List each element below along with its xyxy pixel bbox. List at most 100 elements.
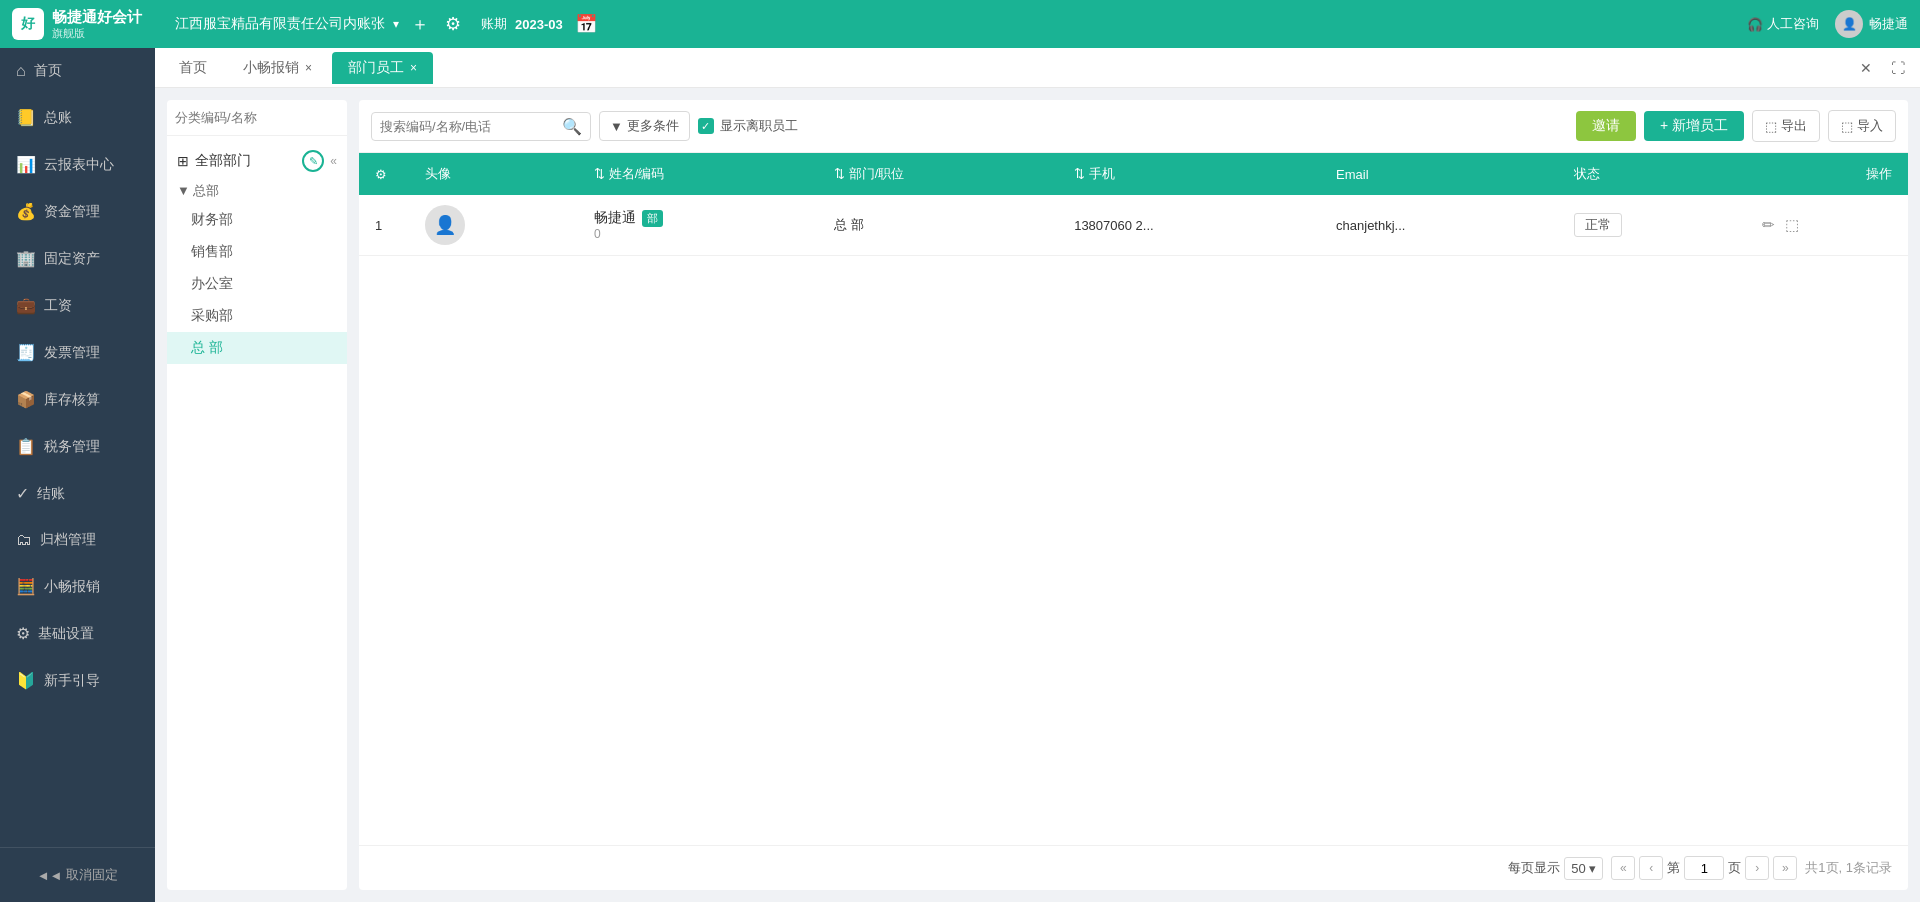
dept-search-input[interactable] xyxy=(175,110,343,125)
tab-dept-close[interactable]: × xyxy=(410,61,417,75)
sidebar-label-ledger: 总账 xyxy=(44,109,72,127)
export-button[interactable]: ⬚ 导出 xyxy=(1752,110,1820,142)
page-content: 🔍 ⊞ 全部部门 ✎ « ▼ 总部 xyxy=(155,88,1920,902)
period-value: 2023-03 xyxy=(515,17,563,32)
sidebar-item-funds[interactable]: 💰 资金管理 xyxy=(0,188,155,235)
col-settings[interactable]: ⚙ xyxy=(359,153,409,195)
per-page-select[interactable]: 50 ▾ xyxy=(1564,857,1603,880)
invite-button[interactable]: 邀请 xyxy=(1576,111,1636,141)
sidebar-label-home: 首页 xyxy=(34,62,62,80)
cell-num: 1 xyxy=(359,195,409,256)
page-last-button[interactable]: » xyxy=(1773,856,1797,880)
sidebar-item-fixed-assets[interactable]: 🏢 固定资产 xyxy=(0,235,155,282)
employee-name-text: 畅捷通 xyxy=(594,209,636,227)
employee-table: ⚙ 头像 ⇅ 姓名/编码 ⇅ 部门/职位 ⇅ 手机 xyxy=(359,153,1908,256)
page-first-button[interactable]: « xyxy=(1611,856,1635,880)
cell-status: 正常 xyxy=(1558,195,1746,256)
sidebar-item-invoice[interactable]: 🧾 发票管理 xyxy=(0,329,155,376)
tab-expense-close[interactable]: × xyxy=(305,61,312,75)
col-avatar: 头像 xyxy=(409,153,578,195)
app-name: 畅捷通好会计 xyxy=(52,8,142,26)
cancel-fixed-button[interactable]: ◄◄ 取消固定 xyxy=(0,858,155,892)
col-actions: 操作 xyxy=(1746,153,1908,195)
search-icon[interactable]: 🔍 xyxy=(562,117,582,136)
filter-button[interactable]: ▼ 更多条件 xyxy=(599,111,690,141)
sidebar-label-archive: 归档管理 xyxy=(40,531,96,549)
support-button[interactable]: 🎧 人工咨询 xyxy=(1747,15,1819,33)
col-name[interactable]: ⇅ 姓名/编码 xyxy=(578,153,818,195)
filter-label: 更多条件 xyxy=(627,117,679,135)
calendar-icon[interactable]: 📅 xyxy=(571,9,601,39)
add-company-button[interactable]: ＋ xyxy=(407,8,433,40)
company-dropdown-button[interactable]: ▾ xyxy=(393,17,399,31)
table-header-row: ⚙ 头像 ⇅ 姓名/编码 ⇅ 部门/职位 ⇅ 手机 xyxy=(359,153,1908,195)
tab-home[interactable]: 首页 xyxy=(163,52,223,84)
user-area[interactable]: 👤 畅捷通 xyxy=(1835,10,1908,38)
dept-node-office[interactable]: 办公室 xyxy=(167,268,347,300)
total-records: 共1页, 1条记录 xyxy=(1805,859,1892,877)
sidebar-item-archive[interactable]: 🗂 归档管理 xyxy=(0,517,155,563)
tab-actions: ✕ ⛶ xyxy=(1852,54,1912,82)
cancel-fixed-label: 取消固定 xyxy=(66,866,118,884)
logo-area: 好 畅捷通好会计 旗舰版 xyxy=(12,8,167,41)
dept-node-sales[interactable]: 销售部 xyxy=(167,236,347,268)
page-next-button[interactable]: › xyxy=(1745,856,1769,880)
expense-icon: 🧮 xyxy=(16,577,36,596)
tab-expense[interactable]: 小畅报销 × xyxy=(227,52,328,84)
col-dept[interactable]: ⇅ 部门/职位 xyxy=(818,153,1058,195)
sidebar-item-reports[interactable]: 📊 云报表中心 xyxy=(0,141,155,188)
logout-employee-button[interactable]: ⬚ xyxy=(1785,216,1799,234)
import-button[interactable]: ⬚ 导入 xyxy=(1828,110,1896,142)
export-icon: ⬚ xyxy=(1765,119,1777,134)
tab-dept-employee[interactable]: 部门员工 × xyxy=(332,52,433,84)
sidebar-label-guide: 新手引导 xyxy=(44,672,100,690)
import-icon: ⬚ xyxy=(1841,119,1853,134)
add-employee-button[interactable]: + 新增员工 xyxy=(1644,111,1744,141)
settings-top-button[interactable]: ⚙ xyxy=(441,9,465,39)
dept-search-area: 🔍 xyxy=(167,100,347,136)
app-logo-icon: 好 xyxy=(12,8,44,40)
page-prev-button[interactable]: ‹ xyxy=(1639,856,1663,880)
tab-close-button[interactable]: ✕ xyxy=(1852,54,1880,82)
tab-home-label: 首页 xyxy=(179,59,207,77)
sidebar-item-expense[interactable]: 🧮 小畅报销 xyxy=(0,563,155,610)
search-input[interactable] xyxy=(380,119,556,134)
tab-expand-button[interactable]: ⛶ xyxy=(1884,54,1912,82)
dept-add-button[interactable]: ✎ xyxy=(302,150,324,172)
sidebar-item-ledger[interactable]: 📒 总账 xyxy=(0,94,155,141)
cell-dept: 总 部 xyxy=(818,195,1058,256)
col-phone[interactable]: ⇅ 手机 xyxy=(1058,153,1320,195)
export-label: 导出 xyxy=(1781,117,1807,135)
edit-employee-button[interactable]: ✏ xyxy=(1762,216,1775,234)
all-dept-label-area[interactable]: ⊞ 全部部门 xyxy=(177,152,251,170)
sidebar-item-guide[interactable]: 🔰 新手引导 xyxy=(0,657,155,704)
sidebar-item-home[interactable]: ⌂ 首页 xyxy=(0,48,155,94)
employee-avatar: 👤 xyxy=(425,205,465,245)
status-badge: 正常 xyxy=(1574,213,1622,237)
dept-parent-general[interactable]: ▼ 总部 xyxy=(167,178,347,204)
cell-email: chanjethkj... xyxy=(1320,195,1558,256)
sidebar-item-settlement[interactable]: ✓ 结账 xyxy=(0,470,155,517)
sidebar-label-settlement: 结账 xyxy=(37,485,65,503)
period-label: 账期 xyxy=(481,15,507,33)
dept-node-finance[interactable]: 财务部 xyxy=(167,204,347,236)
dept-node-hq[interactable]: 总 部 xyxy=(167,332,347,364)
show-resigned-checkbox: ✓ xyxy=(698,118,714,134)
top-center: 江西服宝精品有限责任公司内账张 ▾ ＋ ⚙ 账期 2023-03 📅 xyxy=(167,8,1747,40)
show-resigned-label: 显示离职员工 xyxy=(720,117,798,135)
show-resigned-toggle[interactable]: ✓ 显示离职员工 xyxy=(698,117,798,135)
company-name: 江西服宝精品有限责任公司内账张 xyxy=(175,15,385,33)
employee-name-area: 畅捷通 部 xyxy=(594,209,802,227)
sidebar-item-payroll[interactable]: 💼 工资 xyxy=(0,282,155,329)
dept-collapse-button[interactable]: « xyxy=(330,154,337,168)
top-right: 🎧 人工咨询 👤 畅捷通 xyxy=(1747,10,1908,38)
employee-code: 0 xyxy=(594,227,802,241)
page-input[interactable] xyxy=(1684,856,1724,880)
app-edition: 旗舰版 xyxy=(52,26,142,41)
sidebar-item-settings[interactable]: ⚙ 基础设置 xyxy=(0,610,155,657)
cell-phone: 13807060 2... xyxy=(1058,195,1320,256)
sidebar-item-tax[interactable]: 📋 税务管理 xyxy=(0,423,155,470)
sidebar-item-inventory[interactable]: 📦 库存核算 xyxy=(0,376,155,423)
dept-node-purchase[interactable]: 采购部 xyxy=(167,300,347,332)
per-page-label: 每页显示 xyxy=(1508,859,1560,877)
